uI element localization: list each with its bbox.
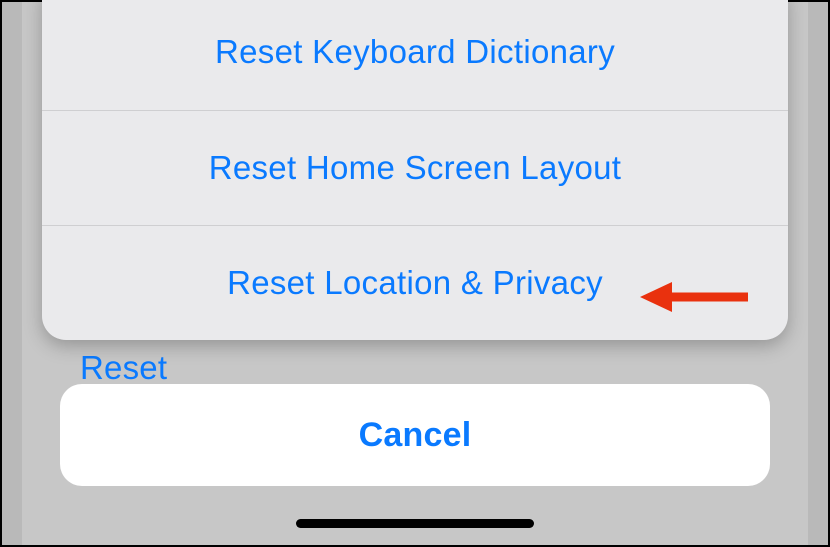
cancel-label: Cancel: [359, 416, 472, 455]
option-label: Reset Home Screen Layout: [209, 149, 622, 187]
option-reset-home-screen-layout[interactable]: Reset Home Screen Layout: [42, 110, 788, 225]
option-reset-keyboard-dictionary[interactable]: Reset Keyboard Dictionary: [42, 0, 788, 110]
cancel-button[interactable]: Cancel: [60, 384, 770, 486]
background-reset-text: Reset: [80, 349, 167, 387]
home-indicator[interactable]: [296, 519, 534, 528]
screen-background: Reset Reset Keyboard Dictionary Reset Ho…: [22, 2, 808, 545]
screenshot-frame: Reset Reset Keyboard Dictionary Reset Ho…: [0, 0, 830, 547]
option-reset-location-privacy[interactable]: Reset Location & Privacy: [42, 225, 788, 340]
reset-action-sheet: Reset Keyboard Dictionary Reset Home Scr…: [42, 0, 788, 340]
option-label: Reset Keyboard Dictionary: [215, 33, 615, 71]
option-label: Reset Location & Privacy: [227, 264, 603, 302]
